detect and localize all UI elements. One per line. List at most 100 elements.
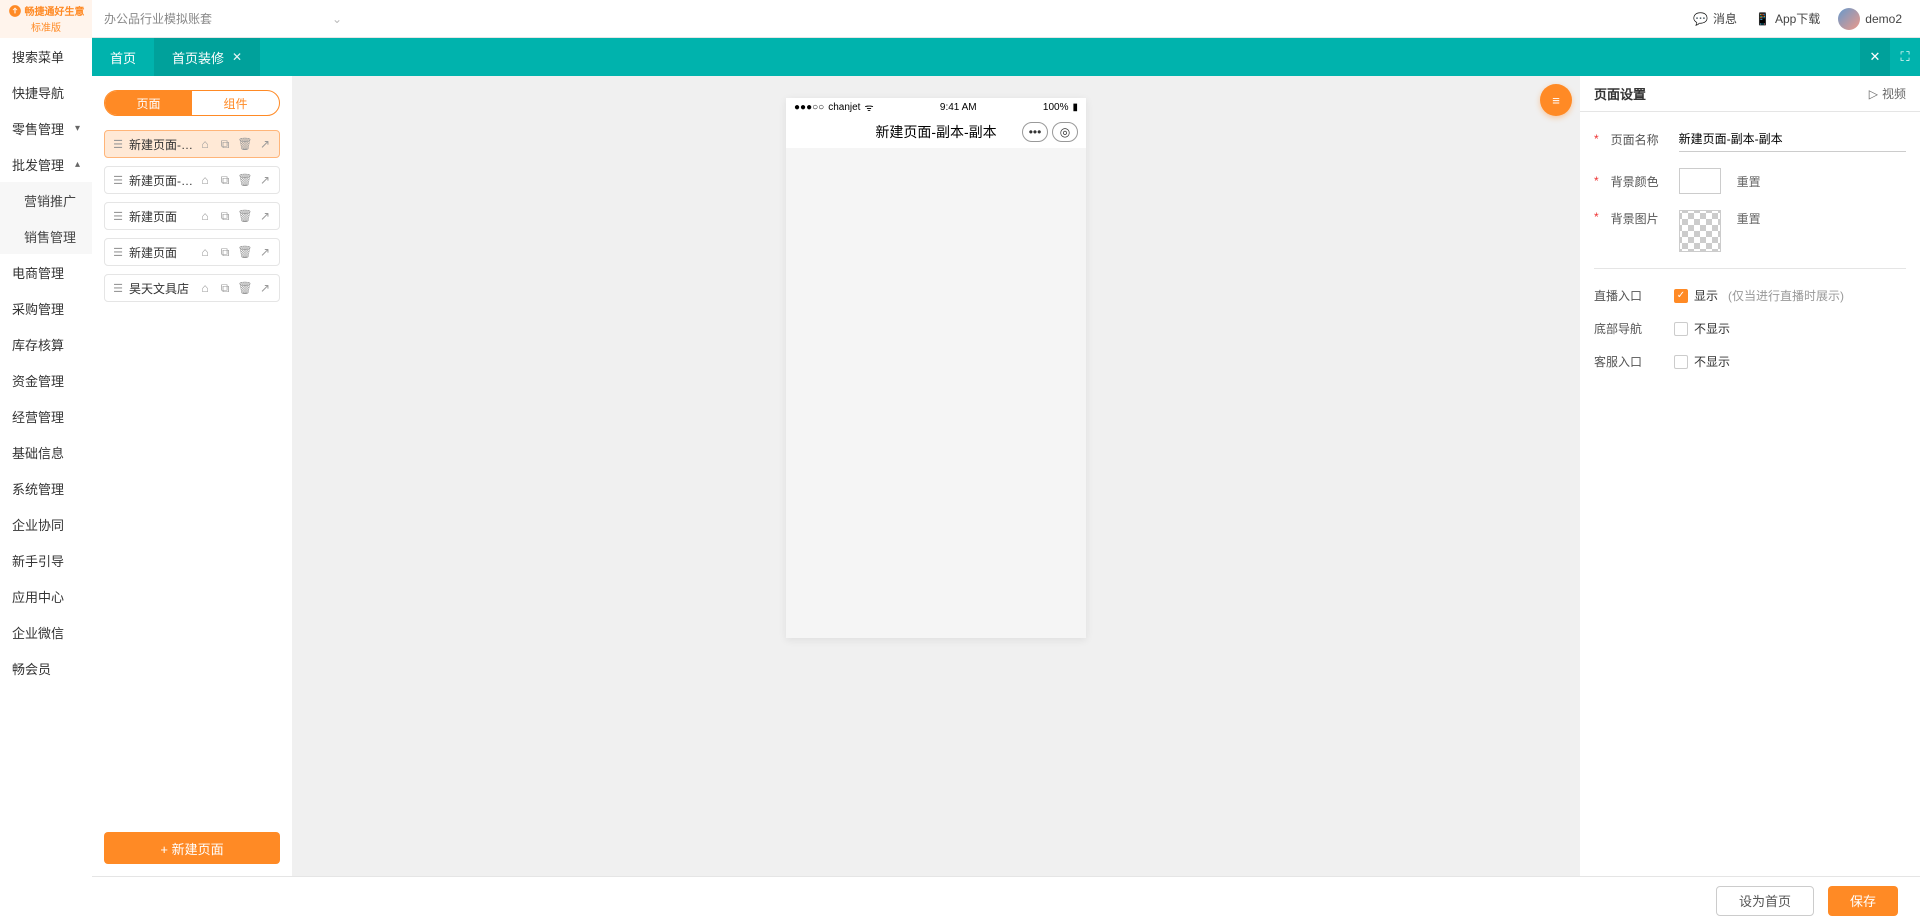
target-icon[interactable]: ◎ (1052, 122, 1078, 142)
status-bar: ●●●○○ chanjet ᯤ 9:41 AM 100% ▮ (786, 98, 1086, 116)
share-icon[interactable]: ↗ (257, 172, 273, 188)
sidebar-item[interactable]: 经营管理 (0, 398, 92, 434)
phone-icon: 📱 (1755, 12, 1770, 26)
delete-icon[interactable]: 🗑 (237, 172, 253, 188)
checkbox-icon (1674, 355, 1688, 369)
toggle-pages[interactable]: 页面 (105, 91, 192, 115)
preview-titlebar: 新建页面-副本-副本 ••• ◎ (786, 116, 1086, 148)
copy-icon[interactable]: ⧉ (217, 136, 233, 152)
new-page-button[interactable]: + 新建页面 (104, 832, 280, 864)
sidebar-item[interactable]: 畅会员 (0, 650, 92, 686)
tab-home[interactable]: 首页 (92, 38, 154, 76)
copy-icon[interactable]: ⧉ (217, 172, 233, 188)
share-icon[interactable]: ↗ (257, 136, 273, 152)
page-name-label: 页面名称 (1611, 131, 1669, 148)
share-icon[interactable]: ↗ (257, 280, 273, 296)
toggle-components[interactable]: 组件 (192, 91, 279, 115)
sidebar-item[interactable]: 采购管理 (0, 290, 92, 326)
drag-icon[interactable]: ☰ (111, 246, 125, 259)
page-list: ☰ 新建页面-副本-… ⌂ ⧉ 🗑 ↗ ☰ 新建页面-副本 ⌂ ⧉ 🗑 ↗ (104, 130, 280, 302)
checkbox-icon (1674, 322, 1688, 336)
sidebar: 搜索菜单 快捷导航 零售管理▾ 批发管理▴ 营销推广 销售管理 电商管理 采购管… (0, 38, 92, 924)
sidebar-item[interactable]: 系统管理 (0, 470, 92, 506)
edition-badge: 标准版 (31, 19, 61, 34)
signal-icon: ●●●○○ (794, 102, 824, 113)
drag-icon[interactable]: ☰ (111, 210, 125, 223)
sidebar-subitem[interactable]: 营销推广 (0, 182, 92, 218)
sidebar-item[interactable]: 库存核算 (0, 326, 92, 362)
delete-icon[interactable]: 🗑 (237, 136, 253, 152)
sidebar-subitem[interactable]: 销售管理 (0, 218, 92, 254)
home-icon[interactable]: ⌂ (197, 244, 213, 260)
share-icon[interactable]: ↗ (257, 244, 273, 260)
home-icon[interactable]: ⌂ (197, 280, 213, 296)
wifi-icon: ᯤ (864, 100, 873, 114)
drag-icon[interactable]: ☰ (111, 138, 125, 151)
save-button[interactable]: 保存 (1828, 886, 1898, 916)
sidebar-item[interactable]: 企业微信 (0, 614, 92, 650)
top-right: 💬 消息 📱 App下载 demo2 (1693, 8, 1920, 30)
copy-icon[interactable]: ⧉ (217, 280, 233, 296)
preview-title: 新建页面-副本-副本 (875, 122, 996, 142)
org-selector[interactable]: 办公品行业模拟账套 ⌄ (104, 10, 342, 27)
component-drawer-button[interactable]: ≡ (1540, 84, 1572, 116)
home-icon[interactable]: ⌂ (197, 172, 213, 188)
share-icon[interactable]: ↗ (257, 208, 273, 224)
delete-icon[interactable]: 🗑 (237, 244, 253, 260)
video-help-button[interactable]: ▷ 视频 (1869, 85, 1906, 102)
sidebar-item[interactable]: 搜索菜单 (0, 38, 92, 74)
page-row[interactable]: ☰ 新建页面-副本 ⌂ ⧉ 🗑 ↗ (104, 166, 280, 194)
bg-color-reset[interactable]: 重置 (1731, 173, 1767, 190)
copy-icon[interactable]: ⧉ (217, 208, 233, 224)
bg-color-label: 背景颜色 (1611, 173, 1669, 190)
sidebar-item[interactable]: 电商管理 (0, 254, 92, 290)
bg-image-reset[interactable]: 重置 (1731, 210, 1767, 227)
chevron-down-icon: ⌄ (332, 12, 342, 26)
delete-icon[interactable]: 🗑 (237, 208, 253, 224)
brand-text: 畅捷通好生意 (25, 3, 85, 18)
copy-icon[interactable]: ⧉ (217, 244, 233, 260)
tab-strip: 首页 首页装修 ✕ ✕ ⛶ (92, 38, 1920, 76)
page-row[interactable]: ☰ 昊天文具店 ⌂ ⧉ 🗑 ↗ (104, 274, 280, 302)
more-icon[interactable]: ••• (1022, 122, 1048, 142)
close-all-button[interactable]: ✕ (1860, 38, 1890, 76)
delete-icon[interactable]: 🗑 (237, 280, 253, 296)
chat-icon: 💬 (1693, 12, 1708, 26)
sidebar-item[interactable]: 基础信息 (0, 434, 92, 470)
bg-color-swatch[interactable] (1679, 168, 1721, 194)
live-entry-checkbox[interactable]: ✓ 显示 (仅当进行直播时展示) (1674, 287, 1844, 304)
close-icon[interactable]: ✕ (232, 50, 242, 64)
footer: 设为首页 保存 (92, 876, 1920, 924)
org-selector-label: 办公品行业模拟账套 (104, 10, 212, 27)
page-row[interactable]: ☰ 新建页面-副本-… ⌂ ⧉ 🗑 ↗ (104, 130, 280, 158)
page-name-input[interactable] (1679, 126, 1906, 152)
set-home-button[interactable]: 设为首页 (1716, 886, 1814, 916)
sidebar-item[interactable]: 新手引导 (0, 542, 92, 578)
app-download-button[interactable]: 📱 App下载 (1755, 10, 1820, 27)
preview-body[interactable] (786, 148, 1086, 638)
sidebar-item[interactable]: 零售管理▾ (0, 110, 92, 146)
fullscreen-button[interactable]: ⛶ (1890, 38, 1920, 76)
logo: 畅捷通好生意 标准版 (0, 0, 92, 38)
sidebar-item[interactable]: 快捷导航 (0, 74, 92, 110)
bg-image-picker[interactable] (1679, 210, 1721, 252)
tab-page-design[interactable]: 首页装修 ✕ (154, 38, 260, 76)
sidebar-item[interactable]: 应用中心 (0, 578, 92, 614)
status-time: 9:41 AM (940, 102, 977, 113)
drag-icon[interactable]: ☰ (111, 282, 125, 295)
page-row[interactable]: ☰ 新建页面 ⌂ ⧉ 🗑 ↗ (104, 238, 280, 266)
play-icon: ▷ (1869, 87, 1878, 101)
sidebar-item[interactable]: 企业协同 (0, 506, 92, 542)
home-icon[interactable]: ⌂ (197, 208, 213, 224)
sidebar-item[interactable]: 批发管理▴ (0, 146, 92, 182)
home-icon[interactable]: ⌂ (197, 136, 213, 152)
bottom-nav-checkbox[interactable]: 不显示 (1674, 320, 1730, 337)
user-menu[interactable]: demo2 (1838, 8, 1902, 30)
service-entry-checkbox[interactable]: 不显示 (1674, 353, 1730, 370)
caret-up-icon: ▴ (75, 159, 80, 170)
drag-icon[interactable]: ☰ (111, 174, 125, 187)
page-row[interactable]: ☰ 新建页面 ⌂ ⧉ 🗑 ↗ (104, 202, 280, 230)
page-component-toggle: 页面 组件 (104, 90, 280, 116)
messages-button[interactable]: 💬 消息 (1693, 10, 1737, 27)
sidebar-item[interactable]: 资金管理 (0, 362, 92, 398)
